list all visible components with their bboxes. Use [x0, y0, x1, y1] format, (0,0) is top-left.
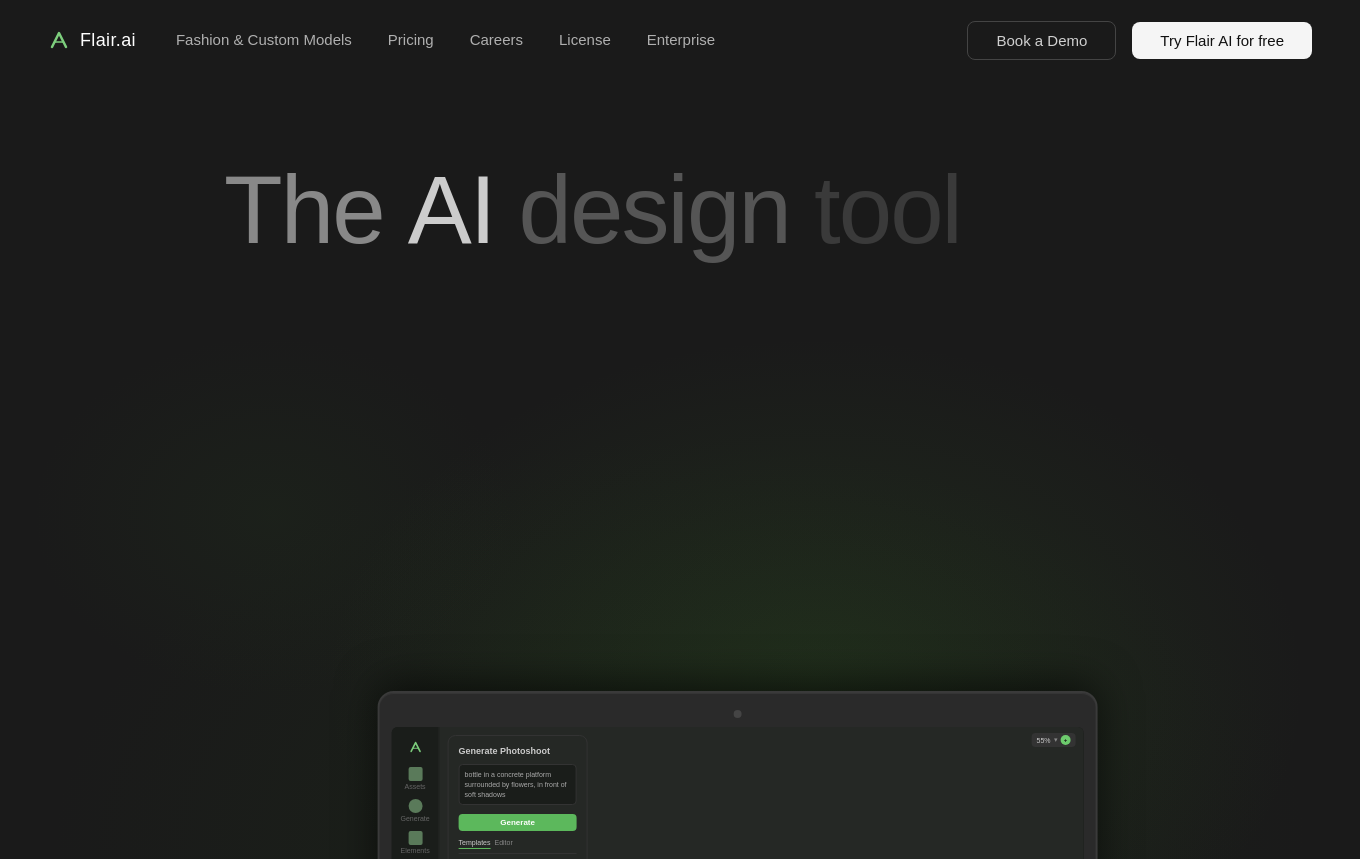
app-sidebar-logo: [401, 735, 429, 758]
try-free-button[interactable]: Try Flair AI for free: [1132, 22, 1312, 59]
generate-textarea[interactable]: bottle in a concrete platform surrounded…: [459, 764, 577, 805]
laptop-camera: [734, 710, 742, 718]
app-sidebar: Assets Generate Elements Humans: [392, 727, 440, 859]
tab-templates[interactable]: Templates: [459, 839, 491, 849]
nav-item-fashion[interactable]: Fashion & Custom Models: [176, 31, 352, 49]
nav-right: Book a Demo Try Flair AI for free: [967, 21, 1312, 60]
generate-button[interactable]: Generate: [459, 814, 577, 831]
zoom-dot: +: [1061, 735, 1071, 745]
tab-editor[interactable]: Editor: [495, 839, 513, 849]
app-screenshot: Assets Generate Elements Humans: [378, 691, 1098, 859]
book-demo-button[interactable]: Book a Demo: [967, 21, 1116, 60]
app-sidebar-item-elements[interactable]: Elements: [397, 828, 433, 858]
hero-word-ai: AI: [408, 160, 495, 261]
flair-logo-icon: [48, 29, 70, 51]
hero-word-design: design: [519, 160, 790, 261]
nav-item-enterprise[interactable]: Enterprise: [647, 31, 715, 49]
nav-item-pricing[interactable]: Pricing: [388, 31, 434, 49]
generate-tabs: Templates Editor: [459, 839, 577, 854]
logo-text: Flair.ai: [80, 30, 136, 51]
navbar: Flair.ai Fashion & Custom Models Pricing…: [0, 0, 1360, 80]
hero-word-the: The: [224, 160, 384, 261]
laptop-bezel: Assets Generate Elements Humans: [378, 691, 1098, 859]
app-main: Generate Photoshoot bottle in a concrete…: [440, 727, 1084, 859]
nav-left: Flair.ai Fashion & Custom Models Pricing…: [48, 29, 715, 51]
logo[interactable]: Flair.ai: [48, 29, 136, 51]
hero-headline: The AI design tool: [224, 160, 1360, 261]
nav-links: Fashion & Custom Models Pricing Careers …: [176, 31, 715, 49]
app-sidebar-item-assets[interactable]: Assets: [397, 764, 433, 794]
zoom-control[interactable]: 55% ▾ +: [1032, 733, 1076, 747]
app-sidebar-item-generate[interactable]: Generate: [397, 796, 433, 826]
laptop-frame: Assets Generate Elements Humans: [378, 691, 1098, 859]
hero-word-tool: tool: [814, 160, 961, 261]
nav-item-careers[interactable]: Careers: [470, 31, 523, 49]
laptop-topbar: [392, 705, 1084, 723]
hero-section: The AI design tool: [0, 80, 1360, 261]
generate-panel: Generate Photoshoot bottle in a concrete…: [448, 735, 588, 859]
laptop-screen: Assets Generate Elements Humans: [392, 727, 1084, 859]
nav-item-license[interactable]: License: [559, 31, 611, 49]
